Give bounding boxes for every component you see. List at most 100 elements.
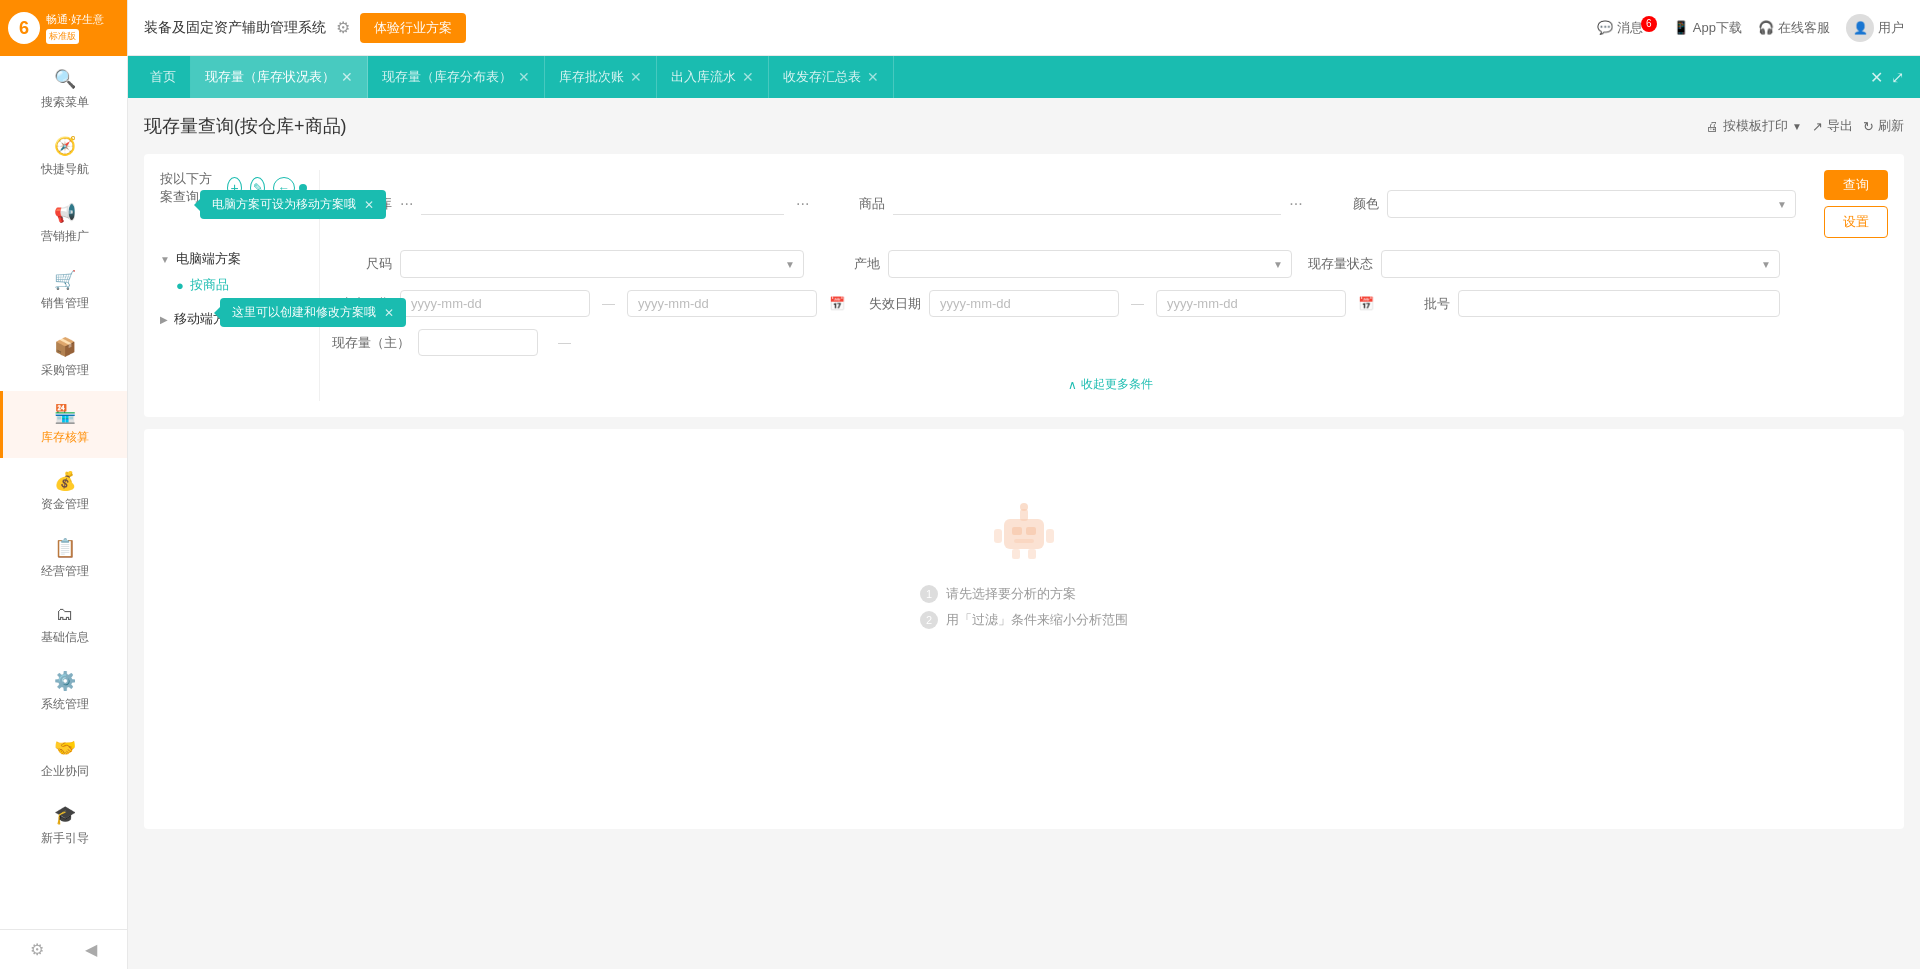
create-tooltip-text: 这里可以创建和修改方案哦 (232, 304, 376, 321)
set-button[interactable]: 设置 (1824, 206, 1888, 238)
tab-close-inventory-dist[interactable]: ✕ (518, 69, 530, 85)
tab-inventory-dist[interactable]: 现存量（库存分布表） ✕ (368, 56, 545, 98)
sidebar-item-label: 系统管理 (41, 696, 89, 713)
clipboard-icon: 📋 (54, 537, 76, 559)
sidebar-item-enterprise[interactable]: 🤝 企业协同 (0, 725, 127, 792)
sidebar-item-search[interactable]: 🔍 搜索菜单 (0, 56, 127, 123)
folder-icon: 🗂 (56, 604, 74, 625)
warehouse-dots[interactable]: ··· (400, 195, 413, 213)
sidebar-item-basic[interactable]: 🗂 基础信息 (0, 592, 127, 658)
scheme-tooltip-text: 电脑方案可设为移动方案哦 (212, 196, 356, 213)
page-title: 现存量查询(按仓库+商品) (144, 114, 347, 138)
origin-label: 产地 (820, 255, 880, 273)
scheme-panel: 按以下方案查询 + ✎ ← 电脑方案可设为移动方案哦 (160, 170, 320, 401)
scheme-pc-child-label: 按商品 (190, 276, 229, 294)
chevron-down-icon: ▼ (160, 254, 170, 265)
size-dropdown-icon: ▼ (785, 259, 795, 270)
export-button[interactable]: ↗ 导出 (1812, 117, 1853, 135)
sidebar-item-guide[interactable]: 🎓 新手引导 (0, 792, 127, 859)
logo-icon: 6 (8, 12, 40, 44)
produce-date-calendar-icon[interactable]: 📅 (829, 296, 845, 311)
scheme-pc-child[interactable]: ● 按商品 (160, 272, 307, 298)
sidebar-nav: 🔍 搜索菜单 🧭 快捷导航 📢 营销推广 🛒 销售管理 📦 采购管理 🏪 库存核… (0, 56, 127, 929)
tab-inout-label: 出入库流水 (671, 68, 736, 86)
tab-home[interactable]: 首页 (136, 56, 191, 98)
header-gear-icon[interactable]: ⚙ (336, 18, 350, 37)
size-select[interactable]: ▼ (400, 250, 804, 278)
tab-collect[interactable]: 收发存汇总表 ✕ (769, 56, 894, 98)
sidebar-item-purchase[interactable]: 📦 采购管理 (0, 324, 127, 391)
collapse-button[interactable]: ∧ 收起更多条件 (332, 368, 1888, 401)
settings-bottom-icon[interactable]: ⚙ (30, 940, 44, 959)
tab-close-inventory-status[interactable]: ✕ (341, 69, 353, 85)
svg-rect-1 (1012, 527, 1022, 535)
tab-inout[interactable]: 出入库流水 ✕ (657, 56, 769, 98)
sidebar-item-sales[interactable]: 🛒 销售管理 (0, 257, 127, 324)
app-label: App下载 (1693, 19, 1742, 37)
field-size: 尺码 ▼ (332, 250, 804, 278)
expire-date-calendar-icon[interactable]: 📅 (1358, 296, 1374, 311)
product-dots[interactable]: ··· (1289, 195, 1302, 213)
tab-batch-label: 库存批次账 (559, 68, 624, 86)
expire-date-from[interactable] (929, 290, 1119, 317)
batch-input[interactable] (1458, 290, 1780, 317)
stock-main-label: 现存量（主） (332, 334, 410, 352)
origin-select[interactable]: ▼ (888, 250, 1292, 278)
tab-batch[interactable]: 库存批次账 ✕ (545, 56, 657, 98)
sidebar-item-label: 基础信息 (41, 629, 89, 646)
service-label: 在线客服 (1778, 19, 1830, 37)
page-actions: 🖨 按模板打印 ▼ ↗ 导出 ↻ 刷新 (1706, 117, 1904, 135)
user-menu[interactable]: 👤 用户 (1846, 14, 1904, 42)
expire-date-to[interactable] (1156, 290, 1346, 317)
sidebar-item-marketing[interactable]: 📢 营销推广 (0, 190, 127, 257)
tab-close-inout[interactable]: ✕ (742, 69, 754, 85)
tab-close-collect[interactable]: ✕ (867, 69, 879, 85)
cart-icon: 🛒 (54, 269, 76, 291)
product-input-area[interactable] (893, 193, 1281, 215)
stock-main-from[interactable] (418, 329, 538, 356)
status-select[interactable]: ▼ (1381, 250, 1780, 278)
collapse-sidebar-icon[interactable]: ◀ (85, 940, 97, 959)
sidebar-item-quick[interactable]: 🧭 快捷导航 (0, 123, 127, 190)
tab-close-batch[interactable]: ✕ (630, 69, 642, 85)
experience-button[interactable]: 体验行业方案 (360, 13, 466, 43)
tab-expand-icon[interactable]: ⤢ (1891, 68, 1904, 87)
produce-date-to[interactable] (627, 290, 817, 317)
refresh-button[interactable]: ↻ 刷新 (1863, 117, 1904, 135)
sidebar-item-label: 搜索菜单 (41, 94, 89, 111)
chevron-right-icon: ▶ (160, 314, 168, 325)
message-button[interactable]: 💬 消息 6 (1597, 19, 1657, 37)
scheme-pc-label: 电脑端方案 (176, 250, 241, 268)
color-select[interactable]: ▼ (1387, 190, 1796, 218)
empty-robot-icon (984, 489, 1064, 569)
print-button[interactable]: 🖨 按模板打印 ▼ (1706, 117, 1802, 135)
print-label: 按模板打印 (1723, 117, 1788, 135)
create-tooltip: 这里可以创建和修改方案哦 ✕ (220, 298, 406, 327)
tab-inventory-dist-label: 现存量（库存分布表） (382, 68, 512, 86)
produce-date-from[interactable] (400, 290, 590, 317)
collapse-up-icon: ∧ (1068, 378, 1077, 392)
app-download-button[interactable]: 📱 App下载 (1673, 19, 1742, 37)
sidebar-item-inventory[interactable]: 🏪 库存核算 (0, 391, 127, 458)
sidebar-item-system[interactable]: ⚙️ 系统管理 (0, 658, 127, 725)
warehouse-input-area[interactable] (421, 193, 784, 215)
system-name: 装备及固定资产辅助管理系统 (144, 19, 326, 37)
tab-close-all-icon[interactable]: ✕ (1870, 68, 1883, 87)
create-tooltip-close[interactable]: ✕ (384, 306, 394, 320)
export-label: 导出 (1827, 117, 1853, 135)
scheme-pc-parent[interactable]: ▼ 电脑端方案 (160, 246, 307, 272)
store-icon: 🏪 (54, 403, 76, 425)
header-right: 💬 消息 6 📱 App下载 🎧 在线客服 👤 用户 (1597, 14, 1904, 42)
sidebar-item-operation[interactable]: 📋 经营管理 (0, 525, 127, 592)
tab-inventory-status-label: 现存量（库存状况表） (205, 68, 335, 86)
tab-home-label: 首页 (150, 68, 176, 86)
graduate-icon: 🎓 (54, 804, 76, 826)
scheme-pc-child-bullet: ● (176, 278, 184, 293)
sidebar-item-label: 新手引导 (41, 830, 89, 847)
scheme-tooltip-close[interactable]: ✕ (364, 198, 374, 212)
service-button[interactable]: 🎧 在线客服 (1758, 19, 1830, 37)
query-button[interactable]: 查询 (1824, 170, 1888, 200)
tab-inventory-status[interactable]: 现存量（库存状况表） ✕ (191, 56, 368, 98)
warehouse-more-dots[interactable]: ··· (796, 195, 809, 213)
sidebar-item-finance[interactable]: 💰 资金管理 (0, 458, 127, 525)
